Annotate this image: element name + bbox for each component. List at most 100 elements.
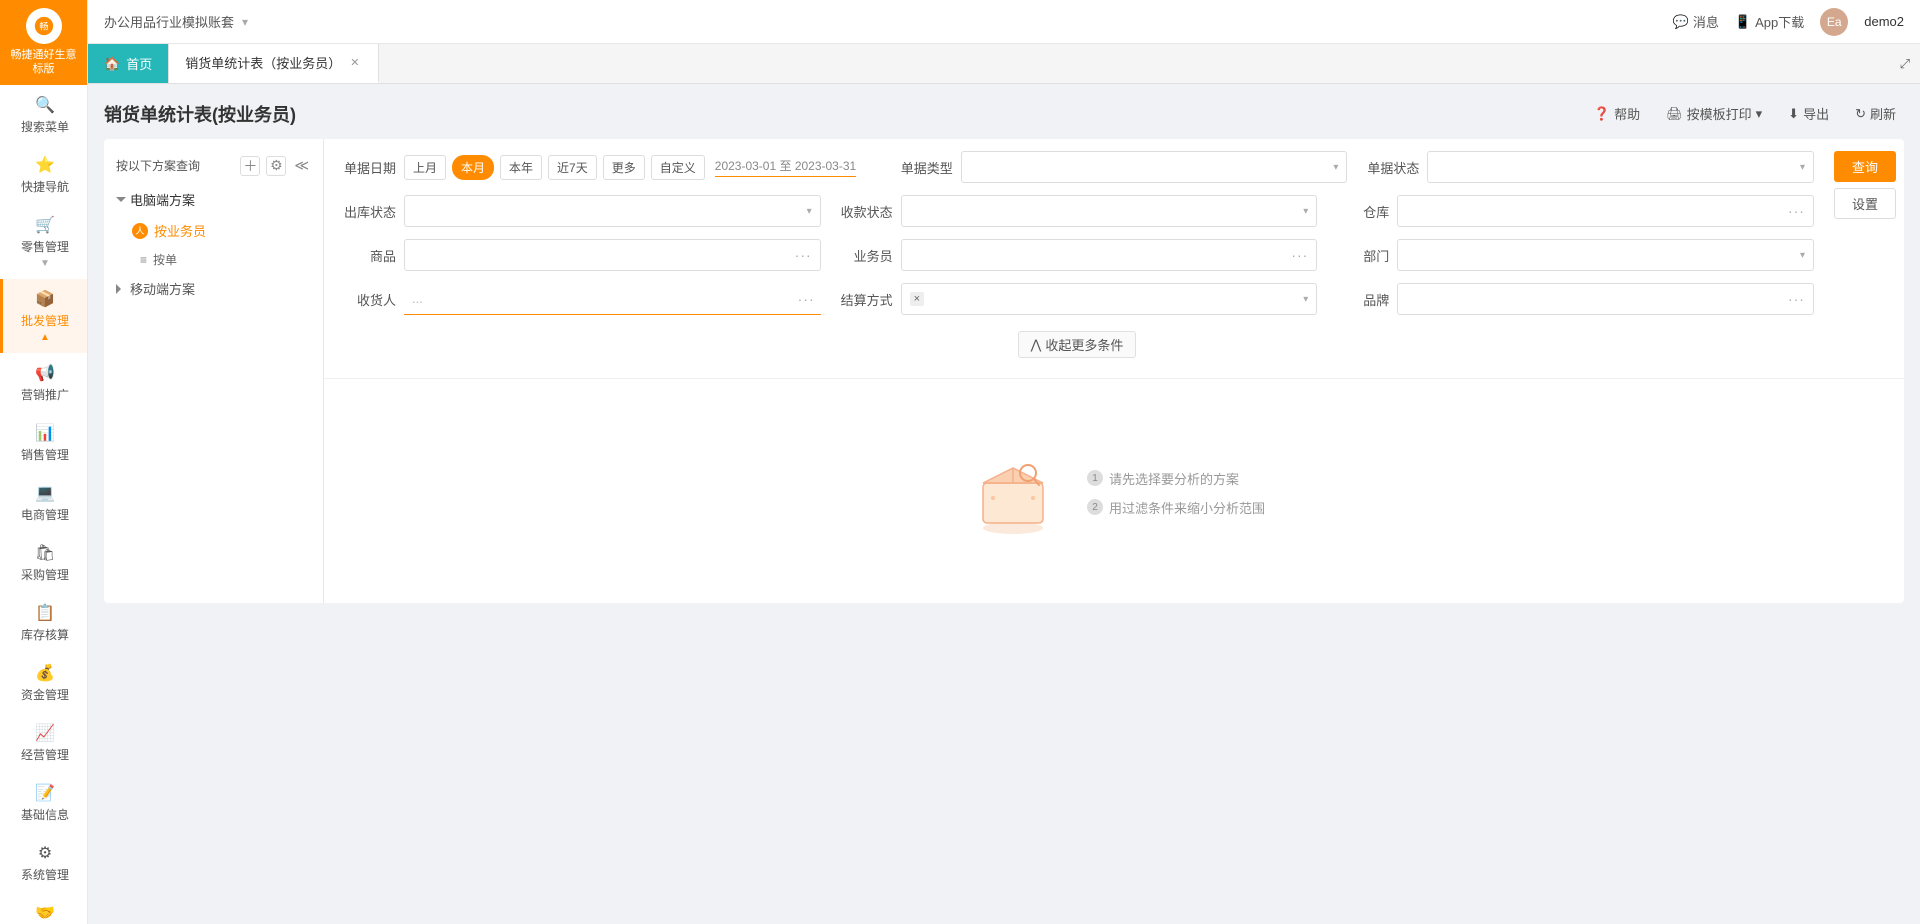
filter-payment-status: 收款状态 ▾ [837, 195, 1318, 227]
scheme-group-mobile-header[interactable]: 移动端方案 [104, 273, 323, 304]
date-control: 上月 本月 本年 近7天 更多 自定义 2023-03-01 至 2023-03… [404, 155, 881, 180]
logo-text: 畅捷通好生意 标版 [4, 48, 83, 77]
refresh-btn[interactable]: ↻ 刷新 [1847, 100, 1904, 127]
scheme-group-desktop-header[interactable]: 电脑端方案 [104, 184, 323, 215]
sidebar-item-wholesale[interactable]: 📦 批发管理 ▲ [0, 279, 87, 353]
wholesale-icon: 📦 [35, 289, 55, 309]
svg-text:畅: 畅 [39, 21, 48, 32]
tab-close-icon[interactable]: ✕ [347, 55, 362, 70]
sidebar-item-management[interactable]: 📈 经营管理 [0, 713, 87, 773]
salesman-select[interactable]: ··· [901, 239, 1318, 271]
tab-home[interactable]: 🏠 首页 [88, 44, 169, 83]
dept-select[interactable]: ▾ [1397, 239, 1814, 271]
date-btn-this-year[interactable]: 本年 [500, 155, 542, 180]
brand-select[interactable]: ··· [1397, 283, 1814, 315]
app-download-btn[interactable]: 📱 App下载 [1735, 12, 1804, 31]
sidebar-item-sales[interactable]: 📊 销售管理 [0, 413, 87, 473]
sidebar-item-system[interactable]: ⚙ 系统管理 [0, 833, 87, 893]
sidebar-item-marketing[interactable]: 📢 营销推广 [0, 353, 87, 413]
page-title: 销货单统计表(按业务员) [104, 101, 296, 127]
finance-icon: 💰 [35, 663, 55, 683]
empty-step-2: 2 用过滤条件来缩小分析范围 [1087, 498, 1265, 517]
management-icon: 📈 [35, 723, 55, 743]
sidebar-item-purchase[interactable]: 🛍 采购管理 [0, 533, 87, 593]
logo-area[interactable]: 畅 畅捷通好生意 标版 [0, 0, 87, 85]
date-btn-more[interactable]: 更多 [603, 155, 645, 180]
warehouse-label: 仓库 [1333, 202, 1389, 221]
warehouse-dots-icon: ··· [1788, 203, 1805, 219]
breadcrumb-dropdown-icon[interactable]: ▾ [242, 15, 248, 29]
tab-sales-stat[interactable]: 销货单统计表（按业务员） ✕ [169, 44, 379, 83]
bill-status-label: 单据状态 [1363, 158, 1419, 177]
sidebar-item-retail[interactable]: 🛒 零售管理 ▼ [0, 205, 87, 279]
filter-row-3: 商品 ··· 业务员 [340, 239, 1814, 271]
filter-right: 单据日期 上月 本月 本年 近7天 更多 自定义 [324, 139, 1904, 603]
scheme-add-btn[interactable]: ＋ [240, 156, 260, 176]
purchase-icon: 🛍 [35, 543, 55, 563]
print-icon: 🖨 [1666, 106, 1683, 122]
topbar-right: 💬 消息 📱 App下载 Ea demo2 [1673, 8, 1904, 36]
payment-status-select[interactable]: ▾ [901, 195, 1318, 227]
sidebar-item-inventory[interactable]: 📋 库存核算 [0, 593, 87, 653]
scheme-panel: 按以下方案查询 ＋ ⚙ ≪ 电脑端方案 [104, 139, 324, 603]
sidebar-item-search[interactable]: 🔍 搜索菜单 [0, 85, 87, 145]
sidebar-item-quicknav[interactable]: ⭐ 快捷导航 [0, 145, 87, 205]
logo-icon: 畅 [26, 8, 62, 44]
empty-texts: 1 请先选择要分析的方案 2 用过滤条件来缩小分析范围 [1087, 469, 1265, 517]
query-button[interactable]: 查询 [1834, 151, 1896, 182]
date-btn-custom[interactable]: 自定义 [651, 155, 705, 180]
date-filter-group: 上月 本月 本年 近7天 更多 自定义 2023-03-01 至 2023-03… [404, 155, 881, 180]
goods-dots-icon: ··· [795, 247, 812, 263]
date-btn-7days[interactable]: 近7天 [548, 155, 597, 180]
filter-layout: 按以下方案查询 ＋ ⚙ ≪ 电脑端方案 [104, 139, 1904, 603]
bill-type-select[interactable]: ▾ [961, 151, 1348, 183]
user-avatar[interactable]: Ea [1820, 8, 1848, 36]
settlement-control: × ▾ [901, 283, 1318, 315]
scheme-settings-btn[interactable]: ⚙ [266, 156, 286, 176]
help-btn[interactable]: ❓ 帮助 [1586, 100, 1648, 127]
collapse-more-btn[interactable]: ⋀ 收起更多条件 [1018, 331, 1137, 358]
tab-expand-btn[interactable]: ⤢ [1890, 44, 1920, 83]
date-btn-this-month[interactable]: 本月 [452, 155, 494, 180]
settlement-clear-btn[interactable]: × [910, 292, 924, 306]
sidebar-item-finance[interactable]: 💰 资金管理 [0, 653, 87, 713]
out-status-select[interactable]: ▾ [404, 195, 821, 227]
out-status-control: ▾ [404, 195, 821, 227]
bill-type-label: 单据类型 [897, 158, 953, 177]
filter-area: 单据日期 上月 本月 本年 近7天 更多 自定义 [324, 139, 1830, 378]
empty-step-1: 1 请先选择要分析的方案 [1087, 469, 1265, 488]
bill-type-control: ▾ [961, 151, 1348, 183]
goods-select[interactable]: ··· [404, 239, 821, 271]
bill-status-select[interactable]: ▾ [1427, 151, 1814, 183]
message-icon: 💬 [1673, 14, 1689, 30]
message-btn[interactable]: 💬 消息 [1673, 12, 1719, 31]
setting-button[interactable]: 设置 [1834, 188, 1896, 219]
salesman-control: ··· [901, 239, 1318, 271]
scheme-item-by-bill[interactable]: ≡ 按单 [104, 246, 323, 273]
quicknav-icon: ⭐ [35, 155, 55, 175]
filter-goods: 商品 ··· [340, 239, 821, 271]
brand-label: 品牌 [1333, 290, 1389, 309]
home-icon: 🏠 [104, 56, 120, 72]
receiver-dots-icon: ··· [798, 291, 815, 307]
page-actions: ❓ 帮助 🖨 按模板打印 ▾ ⬇ 导出 ↻ 刷新 [1586, 100, 1904, 127]
bill-status-arrow-icon: ▾ [1800, 162, 1805, 173]
scheme-item-by-salesman[interactable]: 人 按业务员 [104, 215, 323, 246]
print-arrow-icon: ▾ [1756, 106, 1763, 122]
collapse-icon: ⋀ [1031, 337, 1042, 353]
scheme-collapse-btn[interactable]: ≪ [292, 155, 311, 176]
sidebar: 畅 畅捷通好生意 标版 🔍 搜索菜单 ⭐ 快捷导航 🛒 零售管理 ▼ 📦 批发管… [0, 0, 88, 924]
filter-and-buttons: 单据日期 上月 本月 本年 近7天 更多 自定义 [324, 139, 1904, 378]
sidebar-item-basic-info[interactable]: 📝 基础信息 [0, 773, 87, 833]
warehouse-select[interactable]: ··· [1397, 195, 1814, 227]
date-btn-last-month[interactable]: 上月 [404, 155, 446, 180]
filter-brand: 品牌 ··· [1333, 283, 1814, 315]
sidebar-item-cooperation[interactable]: 🤝 企业协同 [0, 893, 87, 924]
dept-arrow-icon: ▾ [1800, 250, 1805, 261]
template-print-btn[interactable]: 🖨 按模板打印 ▾ [1658, 100, 1770, 127]
export-btn[interactable]: ⬇ 导出 [1780, 100, 1837, 127]
sidebar-item-ecommerce[interactable]: 💻 电商管理 [0, 473, 87, 533]
breadcrumb: 办公用品行业模拟账套 [104, 12, 234, 31]
receiver-input[interactable] [404, 283, 821, 315]
settlement-select[interactable]: × ▾ [901, 283, 1318, 315]
